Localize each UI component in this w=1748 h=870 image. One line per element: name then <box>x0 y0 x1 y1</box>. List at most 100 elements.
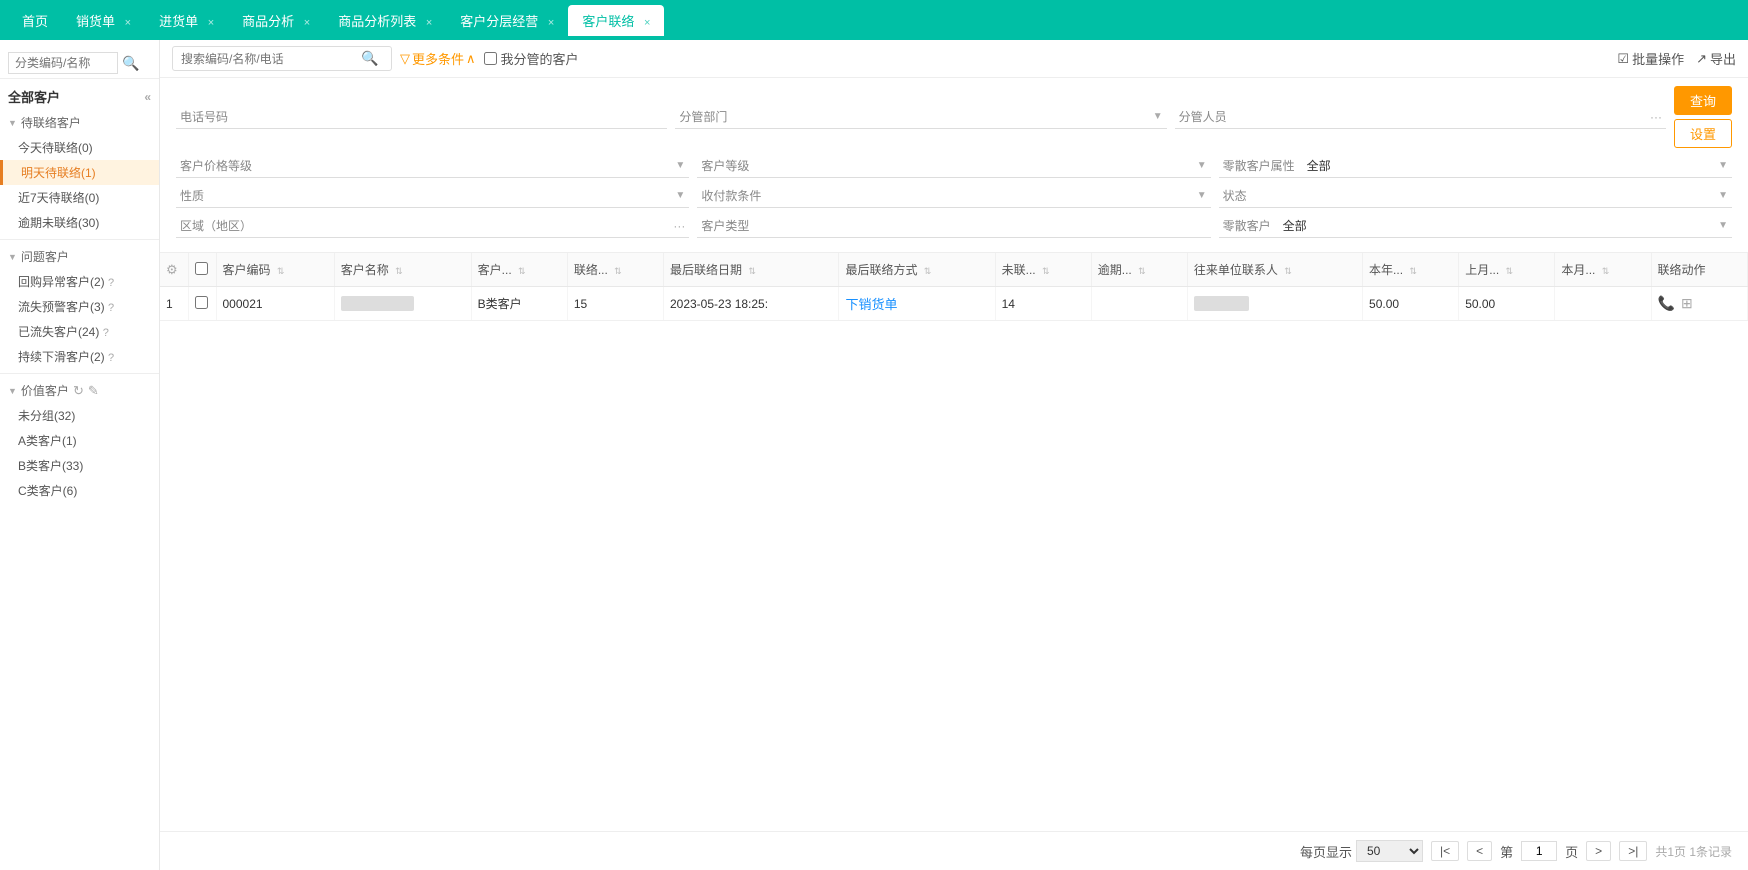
filter-payment[interactable]: 收付款条件 ▼ <box>697 184 1210 208</box>
select-all-checkbox[interactable] <box>195 262 208 275</box>
nav-customer-contact[interactable]: 客户联络 × <box>568 5 664 36</box>
filter-scattered-customer[interactable]: 零散客户 全部 ▼ <box>1219 214 1732 238</box>
row-method-link[interactable]: 下销货单 <box>845 297 897 312</box>
nav-customer-layering[interactable]: 客户分层经营 × <box>446 5 568 36</box>
sidebar-item-7days[interactable]: 近7天待联络(0) <box>0 185 159 210</box>
export-icon: ↗ <box>1696 51 1707 67</box>
batch-operation-button[interactable]: ☑ 批量操作 <box>1617 49 1684 68</box>
sort-unlisted-icon[interactable]: ⇅ <box>1042 266 1050 277</box>
nav-product-analysis-list-close[interactable]: × <box>426 17 432 29</box>
sort-type-icon[interactable]: ⇅ <box>518 266 526 277</box>
search-input-wrap: 🔍 <box>172 46 392 71</box>
nav-sales[interactable]: 销货单 × <box>62 5 145 36</box>
nav-customer-layering-close[interactable]: × <box>548 17 554 29</box>
settings-button[interactable]: 设置 <box>1674 119 1732 148</box>
nav-product-analysis[interactable]: 商品分析 × <box>228 5 324 36</box>
page-suffix: 页 <box>1565 842 1578 861</box>
filter-status[interactable]: 状态 ▼ <box>1219 184 1732 208</box>
nav-purchase-close[interactable]: × <box>208 17 214 29</box>
filter-nature-label: 性质 <box>180 187 204 204</box>
sidebar-search-input[interactable] <box>8 52 118 74</box>
sort-contact-icon[interactable]: ⇅ <box>614 266 622 277</box>
row-unlisted: 14 <box>995 287 1091 321</box>
search-icon[interactable]: 🔍 <box>361 50 378 67</box>
sidebar-item-churn-warning[interactable]: 流失预警客户(3) ? <box>0 294 159 319</box>
pagination: 每页显示 50 100 200 |< < 第 页 > >| 共1页 1条记录 <box>160 831 1748 870</box>
table-settings-icon[interactable]: ⚙ <box>166 262 178 277</box>
next-page-button[interactable]: > <box>1586 841 1611 861</box>
sidebar-item-tomorrow[interactable]: 明天待联络(1) <box>0 160 159 185</box>
scattered-attr-value: 全部 <box>1307 157 1331 174</box>
all-customers-section[interactable]: 全部客户 « <box>0 83 159 110</box>
scattered-attr-dropdown-icon: ▼ <box>1718 160 1728 171</box>
sidebar-item-class-a[interactable]: A类客户(1) <box>0 428 159 453</box>
col-last-contact-method: 最后联络方式 ⇅ <box>839 253 995 287</box>
nav-sales-close[interactable]: × <box>125 17 131 29</box>
per-page-label: 每页显示 <box>1300 842 1352 861</box>
sidebar-group-pending: 待联络客户 <box>0 110 159 135</box>
col-settings[interactable]: ⚙ <box>160 253 188 287</box>
sidebar-divider-2 <box>0 373 159 374</box>
col-checkbox <box>188 253 216 287</box>
nav-customer-contact-close[interactable]: × <box>644 17 650 29</box>
prev-page-button[interactable]: < <box>1467 841 1492 861</box>
sort-thisyear-icon[interactable]: ⇅ <box>1409 266 1417 277</box>
action-phone-icon[interactable]: 📞 <box>1658 295 1675 312</box>
collapse-sidebar-icon[interactable]: « <box>144 90 151 104</box>
sort-date-icon[interactable]: ⇅ <box>748 266 756 277</box>
nav-product-analysis-close[interactable]: × <box>304 17 310 29</box>
main-layout: 🔍 全部客户 « 待联络客户 今天待联络(0) 明天待联络(1) 近7天待联络(… <box>0 40 1748 870</box>
col-last-contact-date: 最后联络日期 ⇅ <box>663 253 838 287</box>
per-page-select[interactable]: 50 100 200 <box>1356 840 1423 862</box>
sidebar-search-icon[interactable]: 🔍 <box>122 55 139 72</box>
status-dropdown-icon: ▼ <box>1718 190 1728 201</box>
sort-lastmonth-icon[interactable]: ⇅ <box>1506 266 1514 277</box>
action-grid-icon[interactable]: ⊞ <box>1681 295 1693 312</box>
table-body: 1 000021 ████████ B类客户 15 2023-05-23 18:… <box>160 287 1748 321</box>
sidebar-item-overdue[interactable]: 逾期未联络(30) <box>0 210 159 235</box>
filter-row-4: 区域（地区） ··· 客户类型 零散客户 全部 ▼ <box>176 214 1732 238</box>
sidebar-item-ungrouped[interactable]: 未分组(32) <box>0 403 159 428</box>
row-code: 000021 <box>216 287 334 321</box>
sidebar-item-declining[interactable]: 持续下滑客户(2) ? <box>0 344 159 369</box>
sort-person-icon[interactable]: ⇅ <box>1284 266 1292 277</box>
scattered-customer-value: 全部 <box>1283 217 1307 234</box>
sidebar-item-today[interactable]: 今天待联络(0) <box>0 135 159 160</box>
sort-thismonth-icon[interactable]: ⇅ <box>1602 266 1610 277</box>
sort-method-icon[interactable]: ⇅ <box>924 266 932 277</box>
filter-price-level[interactable]: 客户价格等级 ▼ <box>176 154 689 178</box>
sidebar-search-area: 🔍 <box>0 48 159 79</box>
filter-customer-grade[interactable]: 客户等级 ▼ <box>697 154 1210 178</box>
sort-code-icon[interactable]: ⇅ <box>277 266 285 277</box>
row-index: 1 <box>160 287 188 321</box>
row-this-year: 50.00 <box>1363 287 1459 321</box>
row-select-checkbox[interactable] <box>195 296 208 309</box>
filter-manager[interactable]: 分管人员 ··· <box>1175 105 1666 129</box>
sidebar-item-repurchase-abnormal[interactable]: 回购异常客户(2) ? <box>0 269 159 294</box>
sidebar-item-class-b[interactable]: B类客户(33) <box>0 453 159 478</box>
sidebar-item-churned[interactable]: 已流失客户(24) ? <box>0 319 159 344</box>
filter-region[interactable]: 区域（地区） ··· <box>176 214 689 238</box>
more-filter-button[interactable]: ▽ 更多条件 ∧ <box>400 49 476 68</box>
row-contact-count: 15 <box>567 287 663 321</box>
first-page-button[interactable]: |< <box>1431 841 1459 861</box>
sort-name-icon[interactable]: ⇅ <box>395 266 403 277</box>
search-input[interactable] <box>181 52 361 66</box>
sidebar-item-class-c[interactable]: C类客户(6) <box>0 478 159 503</box>
filter-phone[interactable]: 电话号码 <box>176 105 667 129</box>
export-button[interactable]: ↗ 导出 <box>1696 49 1736 68</box>
batch-op-label: 批量操作 <box>1632 49 1684 68</box>
page-input[interactable] <box>1521 841 1557 861</box>
nav-product-analysis-list[interactable]: 商品分析列表 × <box>324 5 446 36</box>
filter-nature[interactable]: 性质 ▼ <box>176 184 689 208</box>
filter-dept[interactable]: 分管部门 ▼ <box>675 105 1166 129</box>
last-page-button[interactable]: >| <box>1619 841 1647 861</box>
filter-phone-label: 电话号码 <box>180 108 228 125</box>
filter-customer-type[interactable]: 客户类型 <box>697 214 1210 238</box>
nav-purchase[interactable]: 进货单 × <box>145 5 228 36</box>
filter-scattered-attr[interactable]: 零散客户属性 全部 ▼ <box>1219 154 1732 178</box>
my-customers-checkbox[interactable] <box>484 52 497 65</box>
query-button[interactable]: 查询 <box>1674 86 1732 115</box>
sort-overdue-icon[interactable]: ⇅ <box>1138 266 1146 277</box>
nav-home[interactable]: 首页 <box>8 5 62 36</box>
